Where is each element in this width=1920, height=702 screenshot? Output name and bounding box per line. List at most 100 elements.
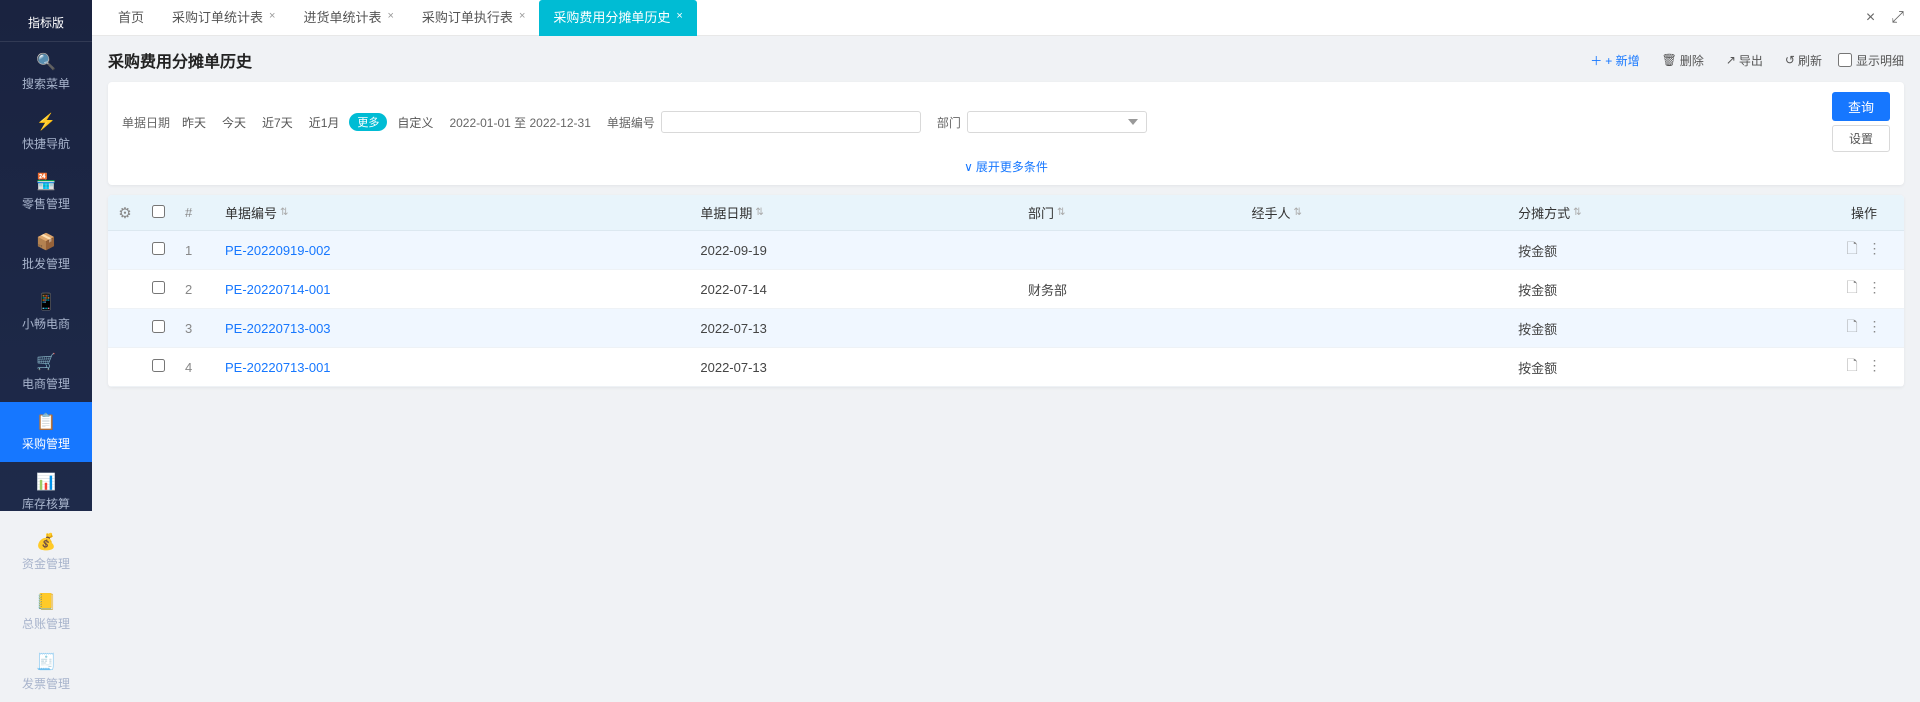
finance-icon: 💰 [36, 532, 56, 552]
window-expand-button[interactable]: ⤢ [1887, 7, 1908, 29]
td-num-3: 4 [175, 348, 215, 387]
expand-conditions-label: 展开更多条件 [976, 158, 1048, 175]
action-view-icon-1[interactable]: 🗋 [1844, 279, 1861, 295]
filter-panel: 单据日期 昨天 今天 近7天 近1月 更多 自定义 2022-01-01 至 2… [108, 82, 1904, 185]
expand-conditions-row[interactable]: ∨ 展开更多条件 [122, 158, 1890, 175]
date-opt-1month[interactable]: 近1月 [303, 112, 346, 133]
sidebar-item-finance[interactable]: 💰 资金管理 [0, 522, 92, 582]
refresh-button[interactable]: ↺ 刷新 [1779, 49, 1828, 72]
tab-purchase-history[interactable]: 采购费用分摊单历史 × [539, 0, 696, 36]
sidebar-item-invoice[interactable]: 🧾发票管理 [0, 642, 92, 702]
tab-purchase-exec-close[interactable]: × [519, 11, 525, 22]
window-close-button[interactable]: × [1862, 7, 1879, 29]
th-handler[interactable]: 经手人 ⇅ [1241, 195, 1508, 231]
sidebar-item-mini[interactable]: 📱小畅电商 [0, 282, 92, 342]
action-more-icon-0[interactable]: ⋮ [1864, 240, 1884, 256]
date-opt-today[interactable]: 今天 [216, 112, 252, 133]
td-dept-1: 财务部 [1018, 270, 1242, 309]
th-handler-sort[interactable]: 经手人 ⇅ [1251, 203, 1301, 222]
th-dept-sort[interactable]: 部门 ⇅ [1028, 203, 1065, 222]
select-all-checkbox[interactable] [152, 205, 165, 218]
sidebar-item-wholesale[interactable]: 📦批发管理 [0, 222, 92, 282]
th-doc-number[interactable]: 单据编号 ⇅ [215, 195, 690, 231]
td-actions-2: 🗋 ⋮ [1824, 309, 1904, 348]
tab-purchase-history-close[interactable]: × [676, 11, 682, 22]
action-more-icon-1[interactable]: ⋮ [1864, 279, 1884, 295]
th-split-method[interactable]: 分摊方式 ⇅ [1508, 195, 1824, 231]
retail-icon: 🏪 [36, 172, 56, 192]
tab-home[interactable]: 首页 [104, 0, 158, 36]
tab-purchase-exec[interactable]: 采购订单执行表 × [408, 0, 539, 36]
sidebar-item-ledger[interactable]: 📒总账管理 [0, 582, 92, 642]
sidebar-item-label: 快捷导航 [22, 135, 70, 152]
sort-icon-doc-date: ⇅ [755, 207, 763, 218]
sidebar-item-label: 资金管理 [22, 555, 70, 572]
td-doc-number-2: PE-20220713-003 [215, 309, 690, 348]
date-opt-yesterday[interactable]: 昨天 [176, 112, 212, 133]
th-dept-label: 部门 [1028, 203, 1054, 222]
tab-inbound-stat-close[interactable]: × [387, 11, 393, 22]
ledger-icon: 📒 [36, 592, 56, 612]
action-more-icon-3[interactable]: ⋮ [1864, 357, 1884, 373]
date-opt-more[interactable]: 更多 [349, 113, 387, 131]
column-settings-icon[interactable]: ⚙ [118, 205, 131, 222]
td-split-method-3: 按金额 [1508, 348, 1824, 387]
action-more-icon-2[interactable]: ⋮ [1864, 318, 1884, 334]
date-opt-7days[interactable]: 近7天 [256, 112, 299, 133]
date-opt-custom[interactable]: 自定义 [391, 112, 439, 133]
search-button[interactable]: 查询 [1832, 92, 1890, 121]
row-checkbox-1[interactable] [152, 281, 165, 294]
th-actions: 操作 [1824, 195, 1904, 231]
table-header: ⚙ # 单据编号 ⇅ [108, 195, 1904, 231]
row-checkbox-3[interactable] [152, 359, 165, 372]
td-checkbox-2 [142, 309, 175, 348]
tab-inbound-stat[interactable]: 进货单统计表 × [289, 0, 407, 36]
td-actions-1: 🗋 ⋮ [1824, 270, 1904, 309]
th-doc-number-sort[interactable]: 单据编号 ⇅ [225, 203, 288, 222]
sidebar-item-label: 电商管理 [22, 375, 70, 392]
dept-select[interactable] [967, 111, 1147, 133]
add-button[interactable]: ＋ + 新增 [1584, 49, 1645, 72]
td-doc-number-0: PE-20220919-002 [215, 231, 690, 270]
sidebar: 指标版 🔍搜索菜单⚡快捷导航🏪零售管理📦批发管理📱小畅电商🛒电商管理📋采购管理📊… [0, 0, 92, 511]
delete-button[interactable]: 🗑 删除 [1656, 49, 1710, 72]
doc-number-link-3[interactable]: PE-20220713-001 [225, 360, 331, 375]
doc-number-link-0[interactable]: PE-20220919-002 [225, 243, 331, 258]
th-settings[interactable]: ⚙ [108, 195, 142, 231]
doc-number-link-1[interactable]: PE-20220714-001 [225, 282, 331, 297]
action-view-icon-0[interactable]: 🗋 [1844, 240, 1861, 256]
sidebar-item-ecom[interactable]: 🛒电商管理 [0, 342, 92, 402]
tab-purchase-stat[interactable]: 采购订单统计表 × [158, 0, 289, 36]
tab-purchase-stat-close[interactable]: × [269, 11, 275, 22]
show-columns-toggle[interactable]: 显示明细 [1838, 52, 1904, 69]
sidebar-item-quick[interactable]: ⚡快捷导航 [0, 102, 92, 162]
tab-purchase-stat-label: 采购订单统计表 [172, 7, 263, 26]
row-checkbox-2[interactable] [152, 320, 165, 333]
td-doc-date-2: 2022-07-13 [690, 309, 1018, 348]
sidebar-item-search[interactable]: 🔍搜索菜单 [0, 42, 92, 102]
action-view-icon-2[interactable]: 🗋 [1844, 318, 1861, 334]
doc-number-input[interactable] [661, 111, 921, 133]
th-split-method-label: 分摊方式 [1518, 203, 1570, 222]
td-checkbox-3 [142, 348, 175, 387]
th-dept[interactable]: 部门 ⇅ [1018, 195, 1242, 231]
td-num-2: 3 [175, 309, 215, 348]
td-checkbox-1 [142, 270, 175, 309]
th-doc-date[interactable]: 单据日期 ⇅ [690, 195, 1018, 231]
action-view-icon-3[interactable]: 🗋 [1844, 357, 1861, 373]
sidebar-item-inventory[interactable]: 📊库存核算 [0, 462, 92, 522]
doc-number-label: 单据编号 [607, 114, 655, 131]
export-button[interactable]: ↗ 导出 [1720, 49, 1769, 72]
sidebar-item-purchase[interactable]: 📋采购管理 [0, 402, 92, 462]
filter-settings-button[interactable]: 设置 [1832, 125, 1890, 152]
td-dept-3 [1018, 348, 1242, 387]
sidebar-item-retail[interactable]: 🏪零售管理 [0, 162, 92, 222]
th-split-method-sort[interactable]: 分摊方式 ⇅ [1518, 203, 1581, 222]
row-checkbox-0[interactable] [152, 242, 165, 255]
td-handler-1 [1241, 270, 1508, 309]
doc-number-link-2[interactable]: PE-20220713-003 [225, 321, 331, 336]
td-doc-date-3: 2022-07-13 [690, 348, 1018, 387]
th-doc-date-sort[interactable]: 单据日期 ⇅ [700, 203, 763, 222]
show-columns-checkbox[interactable] [1838, 53, 1852, 67]
td-doc-date-1: 2022-07-14 [690, 270, 1018, 309]
